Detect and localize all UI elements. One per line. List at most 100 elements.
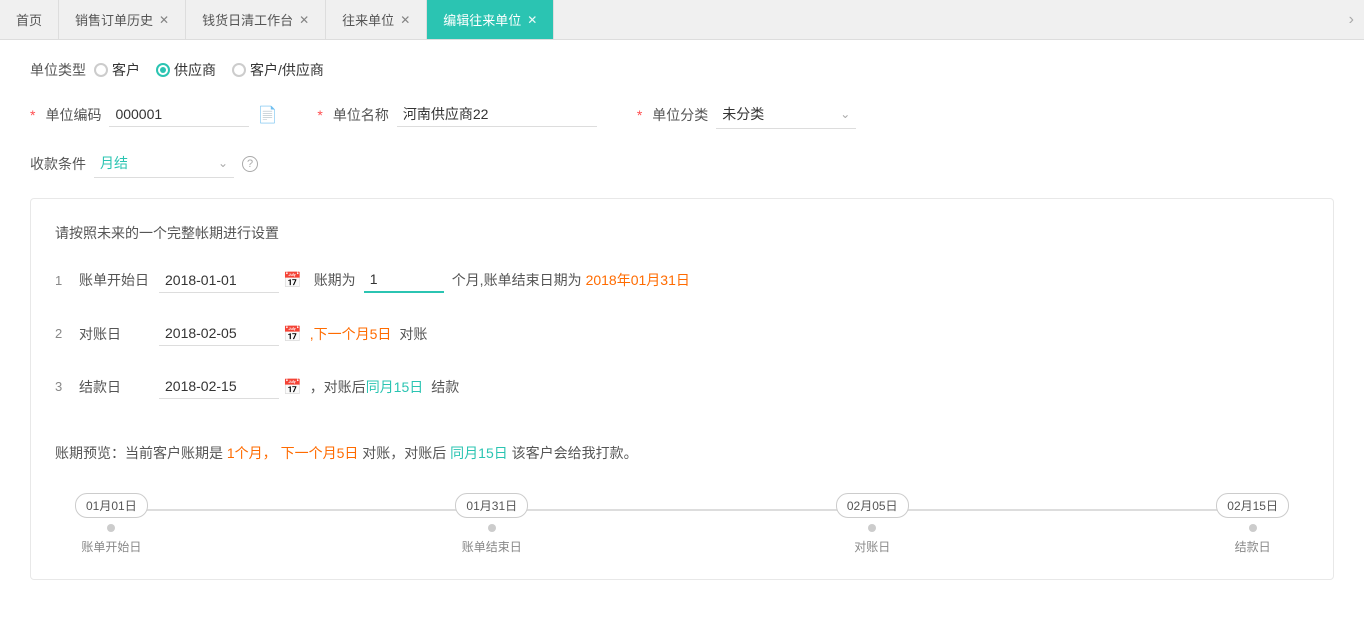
help-icon[interactable]: ?	[242, 156, 258, 172]
tab-partner[interactable]: 往来单位✕	[326, 0, 427, 39]
timeline-badge: 02月15日	[1216, 493, 1289, 518]
radio-label-supplier: 供应商	[174, 60, 216, 80]
timeline: 01月01日 账单开始日 01月31日 账单结束日 02月05日 对账日 02月…	[55, 493, 1309, 555]
tab-home[interactable]: 首页	[0, 0, 59, 39]
radio-label-both: 客户/供应商	[250, 60, 324, 80]
payment-suffix-highlight: 同月15日	[366, 377, 424, 397]
timeline-dot	[868, 524, 876, 532]
tab-sales-history[interactable]: 销售订单历史 ✕	[59, 0, 186, 39]
required-star-code: *	[30, 107, 35, 123]
unit-name-field: * 单位名称	[317, 102, 596, 127]
payment-row: 收款条件 月结 ⌄ ?	[30, 149, 1334, 178]
timeline-point: 01月31日 账单结束日	[455, 493, 528, 555]
calendar-icon-1[interactable]: 📅	[283, 271, 302, 289]
panel-title: 请按照未来的一个完整帐期进行设置	[55, 223, 1309, 243]
row-suffix-before: 账期为	[314, 270, 356, 290]
tab-label-edit-partner: 编辑往来单位	[443, 10, 521, 29]
radio-circle-both	[232, 63, 246, 77]
chevron-down-icon-payment: ⌄	[218, 156, 228, 170]
tab-close-partner[interactable]: ✕	[400, 13, 410, 27]
setting-row-2: 2 对账日 📅 ,下一个月5日 对账	[55, 321, 1309, 346]
payment-suffix-end: 结款	[431, 377, 459, 397]
unit-category-label: 单位分类	[652, 105, 708, 125]
tab-close-edit-partner[interactable]: ✕	[527, 13, 537, 27]
row-label-3: 结款日	[79, 377, 159, 397]
unit-name-input[interactable]	[397, 102, 597, 127]
copy-icon[interactable]: 📄	[257, 105, 277, 125]
required-star-name: *	[317, 107, 322, 123]
timeline-point: 02月05日 对账日	[836, 493, 909, 555]
unit-category-field: * 单位分类 未分类 ⌄	[637, 100, 856, 129]
timeline-point-label: 结款日	[1235, 538, 1271, 555]
row-num-1: 1	[55, 273, 79, 288]
timeline-points: 01月01日 账单开始日 01月31日 账单结束日 02月05日 对账日 02月…	[75, 493, 1289, 555]
settings-panel: 请按照未来的一个完整帐期进行设置 1 账单开始日 📅 账期为 个月,账单结束日期…	[30, 198, 1334, 580]
tab-label-cash-work: 钱货日清工作台	[202, 10, 293, 29]
preview-part1: 1个月，	[227, 445, 277, 461]
payment-suffix-before: ，对账后	[310, 377, 366, 397]
tab-close-sales-history[interactable]: ✕	[159, 13, 169, 27]
row-label-2: 对账日	[79, 324, 159, 344]
timeline-point: 01月01日 账单开始日	[75, 493, 148, 555]
tab-label-sales-history: 销售订单历史	[75, 10, 153, 29]
radio-circle-customer	[94, 63, 108, 77]
expand-button[interactable]: ›	[1339, 0, 1364, 39]
main-content: 单位类型 客户 供应商 客户/供应商 * 单位编码	[0, 40, 1364, 620]
tab-bar: 首页销售订单历史✕钱货日清工作台✕往来单位✕编辑往来单位✕›	[0, 0, 1364, 40]
row-suffix-month: 个月,账单结束日期为	[452, 270, 582, 290]
reconcile-date-input[interactable]	[159, 321, 279, 346]
radio-customer[interactable]: 客户	[94, 60, 140, 80]
preview-part5: 该客户会给我打款。	[512, 445, 638, 461]
unit-name-label: 单位名称	[333, 105, 389, 125]
payment-value: 月结	[100, 153, 214, 173]
tab-cash-work[interactable]: 钱货日清工作台 ✕	[186, 0, 326, 39]
tab-label-home: 首页	[16, 10, 42, 29]
preview-label: 账期预览：当前客户账期是	[55, 445, 223, 461]
row-num-2: 2	[55, 326, 79, 341]
tab-close-cash-work[interactable]: ✕	[299, 13, 309, 27]
payment-label: 收款条件	[30, 154, 86, 174]
unit-code-label: 单位编码	[45, 105, 101, 125]
preview-text: 账期预览：当前客户账期是 1个月， 下一个月5日 对账，对账后 同月15日 该客…	[55, 443, 1309, 463]
payment-dropdown[interactable]: 月结 ⌄	[94, 149, 234, 178]
preview-part2: 下一个月5日	[281, 445, 359, 461]
radio-both[interactable]: 客户/供应商	[232, 60, 324, 80]
tab-edit-partner[interactable]: 编辑往来单位 ✕	[427, 0, 554, 39]
timeline-dot	[488, 524, 496, 532]
calendar-icon-2[interactable]: 📅	[283, 325, 302, 343]
timeline-badge: 01月01日	[75, 493, 148, 518]
required-star-category: *	[637, 107, 642, 123]
payment-date-input[interactable]	[159, 374, 279, 399]
radio-supplier[interactable]: 供应商	[156, 60, 216, 80]
unit-info-row: * 单位编码 📄 * 单位名称 * 单位分类 未分类 ⌄	[30, 100, 1334, 129]
row-label-1: 账单开始日	[79, 270, 159, 290]
timeline-dot	[1249, 524, 1257, 532]
setting-row-1: 1 账单开始日 📅 账期为 个月,账单结束日期为 2018年01月31日	[55, 267, 1309, 293]
unit-type-row: 单位类型 客户 供应商 客户/供应商	[30, 60, 1334, 80]
preview-part3: 对账，对账后	[362, 445, 446, 461]
calendar-icon-3[interactable]: 📅	[283, 378, 302, 396]
start-date-input[interactable]	[159, 268, 279, 293]
unit-type-label: 单位类型	[30, 60, 86, 80]
preview-section: 账期预览：当前客户账期是 1个月， 下一个月5日 对账，对账后 同月15日 该客…	[55, 427, 1309, 555]
timeline-dot	[107, 524, 115, 532]
timeline-point-label: 账单结束日	[462, 538, 522, 555]
month-input[interactable]	[364, 267, 444, 293]
unit-code-input[interactable]	[109, 102, 249, 127]
radio-label-customer: 客户	[112, 60, 140, 80]
setting-row-3: 3 结款日 📅 ，对账后 同月15日 结款	[55, 374, 1309, 399]
unit-type-radio-group: 客户 供应商 客户/供应商	[94, 60, 324, 80]
timeline-badge: 01月31日	[455, 493, 528, 518]
end-date-label: 2018年01月31日	[586, 270, 690, 290]
reconcile-suffix-highlight: ,下一个月5日	[310, 324, 392, 344]
unit-code-field: * 单位编码 📄	[30, 102, 277, 127]
unit-category-dropdown[interactable]: 未分类 ⌄	[716, 100, 856, 129]
timeline-badge: 02月05日	[836, 493, 909, 518]
timeline-point-label: 账单开始日	[81, 538, 141, 555]
timeline-point: 02月15日 结款日	[1216, 493, 1289, 555]
reconcile-suffix-normal: 对账	[399, 324, 427, 344]
timeline-point-label: 对账日	[854, 538, 890, 555]
preview-part4: 同月15日	[450, 445, 508, 461]
unit-type-field: 单位类型 客户 供应商 客户/供应商	[30, 60, 324, 80]
chevron-down-icon: ⌄	[840, 107, 850, 121]
